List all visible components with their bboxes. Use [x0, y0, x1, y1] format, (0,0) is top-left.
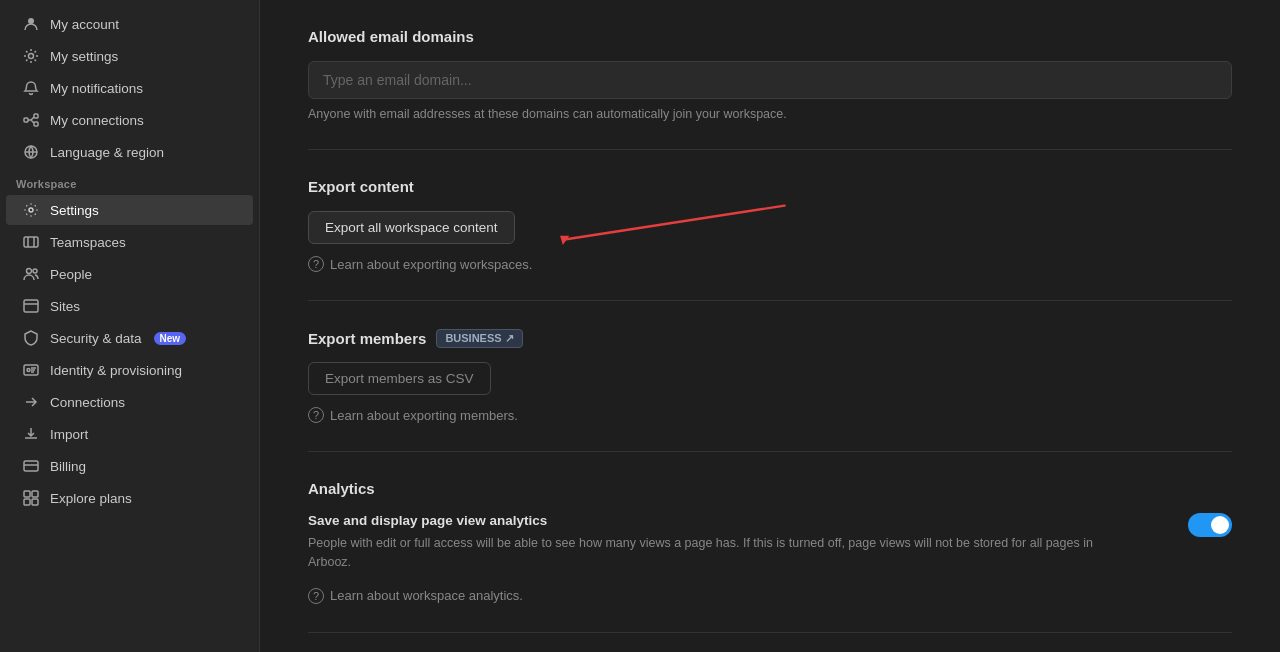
learn-export-members-link[interactable]: ? Learn about exporting members.: [308, 407, 1232, 423]
sidebar-item-my-settings[interactable]: My settings: [6, 41, 253, 71]
allowed-email-helper: Anyone with email addresses at these dom…: [308, 107, 1232, 121]
export-members-section: Export members BUSINESS ↗ Export members…: [308, 301, 1232, 452]
sidebar-item-label: My connections: [50, 113, 144, 128]
analytics-save-desc: People with edit or full access will be …: [308, 534, 1128, 572]
globe-icon: [22, 143, 40, 161]
svg-rect-4: [34, 122, 38, 126]
email-domain-input[interactable]: [308, 61, 1232, 99]
svg-point-9: [33, 269, 37, 273]
svg-rect-3: [34, 114, 38, 118]
learn-export-workspaces-label: Learn about exporting workspaces.: [330, 257, 532, 272]
sidebar-item-label: Import: [50, 427, 88, 442]
analytics-section: Analytics Save and display page view ana…: [308, 452, 1232, 633]
connections-icon: [22, 393, 40, 411]
sidebar-item-my-account[interactable]: My account: [6, 9, 253, 39]
sidebar-item-billing[interactable]: Billing: [6, 451, 253, 481]
question-icon-analytics: ?: [308, 588, 324, 604]
svg-rect-2: [24, 118, 28, 122]
sidebar-item-label: Sites: [50, 299, 80, 314]
bell-icon: [22, 79, 40, 97]
sidebar-item-language-region[interactable]: Language & region: [6, 137, 253, 167]
sidebar-item-identity-provisioning[interactable]: Identity & provisioning: [6, 355, 253, 385]
sidebar-item-import[interactable]: Import: [6, 419, 253, 449]
svg-point-1: [29, 54, 34, 59]
sidebar-item-label: Billing: [50, 459, 86, 474]
import-icon: [22, 425, 40, 443]
sidebar-item-label: My settings: [50, 49, 118, 64]
learn-export-members-label: Learn about exporting members.: [330, 408, 518, 423]
workspace-section-label: Workspace: [0, 168, 259, 194]
allowed-email-section: Allowed email domains Anyone with email …: [308, 0, 1232, 150]
export-members-csv-button[interactable]: Export members as CSV: [308, 362, 491, 395]
svg-rect-7: [24, 237, 38, 247]
svg-point-8: [27, 269, 32, 274]
new-badge: New: [154, 332, 187, 345]
sidebar-item-teamspaces[interactable]: Teamspaces: [6, 227, 253, 257]
svg-point-0: [28, 18, 34, 24]
sidebar-item-label: Settings: [50, 203, 99, 218]
sidebar-item-security-data[interactable]: Security & data New: [6, 323, 253, 353]
security-icon: [22, 329, 40, 347]
allowed-email-title: Allowed email domains: [308, 28, 1232, 45]
sidebar-item-my-notifications[interactable]: My notifications: [6, 73, 253, 103]
svg-rect-14: [24, 491, 30, 497]
svg-marker-18: [560, 236, 569, 245]
export-content-title: Export content: [308, 178, 1232, 195]
billing-icon: [22, 457, 40, 475]
export-workspace-label: Export all workspace content: [325, 220, 498, 235]
sidebar-item-label: My account: [50, 17, 119, 32]
identity-icon: [22, 361, 40, 379]
sidebar-item-settings[interactable]: Settings: [6, 195, 253, 225]
sidebar-item-label: Identity & provisioning: [50, 363, 182, 378]
analytics-row: Save and display page view analytics Peo…: [308, 513, 1232, 572]
teamspaces-icon: [22, 233, 40, 251]
learn-analytics-label: Learn about workspace analytics.: [330, 588, 523, 603]
sidebar-item-explore-plans[interactable]: Explore plans: [6, 483, 253, 513]
sidebar-item-label: Security & data: [50, 331, 142, 346]
export-members-title: Export members: [308, 330, 426, 347]
person-icon: [22, 15, 40, 33]
svg-rect-16: [24, 499, 30, 505]
question-icon: ?: [308, 256, 324, 272]
svg-rect-10: [24, 300, 38, 312]
sidebar-item-label: People: [50, 267, 92, 282]
sidebar: My account My settings My notifications …: [0, 0, 260, 652]
sidebar-item-people[interactable]: People: [6, 259, 253, 289]
sidebar-item-label: Language & region: [50, 145, 164, 160]
analytics-save-title: Save and display page view analytics: [308, 513, 1128, 528]
sidebar-item-connections[interactable]: Connections: [6, 387, 253, 417]
analytics-text: Save and display page view analytics Peo…: [308, 513, 1128, 572]
learn-export-workspaces-link[interactable]: ? Learn about exporting workspaces.: [308, 256, 1232, 272]
settings-icon: [22, 47, 40, 65]
export-members-header: Export members BUSINESS ↗: [308, 329, 1232, 348]
people-icon: [22, 265, 40, 283]
export-content-section: Export content Export all workspace cont…: [308, 150, 1232, 301]
sidebar-item-label: Connections: [50, 395, 125, 410]
toggle-slider: [1188, 513, 1232, 537]
svg-rect-15: [32, 491, 38, 497]
sidebar-item-my-connections[interactable]: My connections: [6, 105, 253, 135]
explore-icon: [22, 489, 40, 507]
svg-point-12: [27, 369, 30, 372]
business-badge: BUSINESS ↗: [436, 329, 522, 348]
gear-icon: [22, 201, 40, 219]
connection-icon: [22, 111, 40, 129]
main-content: Allowed email domains Anyone with email …: [260, 0, 1280, 652]
sidebar-item-label: My notifications: [50, 81, 143, 96]
export-workspace-button[interactable]: Export all workspace content: [308, 211, 515, 244]
svg-rect-17: [32, 499, 38, 505]
svg-rect-13: [24, 461, 38, 471]
analytics-title: Analytics: [308, 480, 1232, 497]
learn-analytics-link[interactable]: ? Learn about workspace analytics.: [308, 588, 1232, 604]
analytics-toggle[interactable]: [1188, 513, 1232, 537]
export-members-csv-label: Export members as CSV: [325, 371, 474, 386]
svg-point-6: [29, 208, 33, 212]
arrow-annotation: [468, 201, 808, 256]
sidebar-item-sites[interactable]: Sites: [6, 291, 253, 321]
sidebar-item-label: Teamspaces: [50, 235, 126, 250]
sites-icon: [22, 297, 40, 315]
question-icon-members: ?: [308, 407, 324, 423]
sidebar-item-label: Explore plans: [50, 491, 132, 506]
